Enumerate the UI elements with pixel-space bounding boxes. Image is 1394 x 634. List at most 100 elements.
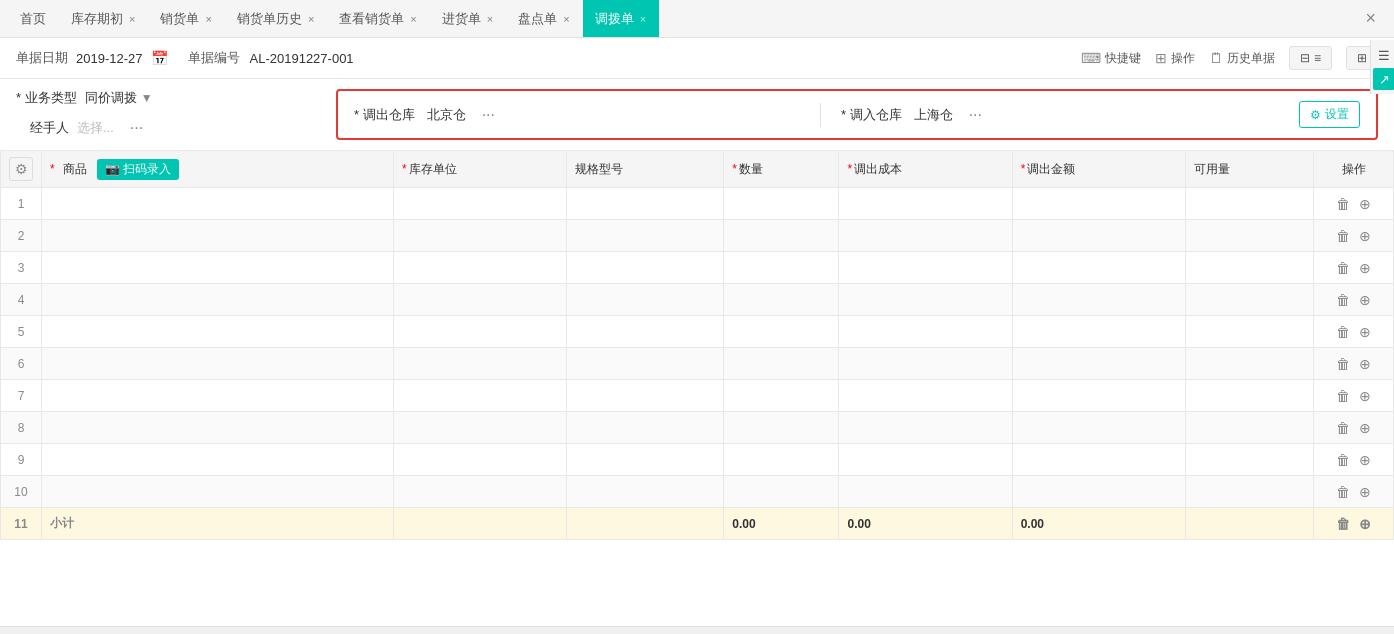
cell-unit[interactable]: [394, 476, 567, 508]
cell-spec[interactable]: [567, 284, 724, 316]
cell-qty[interactable]: [724, 252, 839, 284]
cell-amount[interactable]: [1012, 348, 1185, 380]
cell-qty[interactable]: [724, 444, 839, 476]
tab-inventory-check[interactable]: 盘点单 ×: [506, 0, 582, 37]
cell-unit[interactable]: [394, 188, 567, 220]
cell-qty[interactable]: [724, 284, 839, 316]
cell-product[interactable]: [42, 188, 394, 220]
tab-transfer-order-close[interactable]: ×: [640, 13, 646, 25]
copy-row-icon[interactable]: ⊕: [1359, 388, 1371, 404]
cell-spec[interactable]: [567, 188, 724, 220]
cell-cost[interactable]: [839, 348, 1012, 380]
calendar-icon[interactable]: 📅: [151, 50, 168, 66]
copy-icon[interactable]: ⊕: [1359, 516, 1371, 532]
delete-row-icon[interactable]: 🗑: [1336, 260, 1350, 276]
copy-row-icon[interactable]: ⊕: [1359, 324, 1371, 340]
cell-product[interactable]: [42, 316, 394, 348]
delete-row-icon[interactable]: 🗑: [1336, 356, 1350, 372]
cell-cost[interactable]: [839, 252, 1012, 284]
cell-product[interactable]: [42, 220, 394, 252]
tab-purchase-order[interactable]: 进货单 ×: [430, 0, 506, 37]
cell-qty[interactable]: [724, 220, 839, 252]
cell-unit[interactable]: [394, 252, 567, 284]
cell-product[interactable]: [42, 252, 394, 284]
tab-inventory-init[interactable]: 库存期初 ×: [59, 0, 148, 37]
tab-sales-history-close[interactable]: ×: [308, 13, 314, 25]
tab-sales-order-close[interactable]: ×: [205, 13, 211, 25]
cell-qty[interactable]: [724, 476, 839, 508]
copy-row-icon[interactable]: ⊕: [1359, 292, 1371, 308]
cell-product[interactable]: [42, 348, 394, 380]
transfer-in-value[interactable]: 上海仓: [914, 106, 953, 124]
tab-inventory-check-close[interactable]: ×: [563, 13, 569, 25]
shortcuts-button[interactable]: ⌨ 快捷键: [1081, 50, 1141, 67]
delete-row-icon[interactable]: 🗑: [1336, 196, 1350, 212]
cell-unit[interactable]: [394, 444, 567, 476]
cell-cost[interactable]: [839, 476, 1012, 508]
cell-cost[interactable]: [839, 412, 1012, 444]
tab-home[interactable]: 首页: [8, 0, 59, 37]
cell-spec[interactable]: [567, 380, 724, 412]
copy-row-icon[interactable]: ⊕: [1359, 228, 1371, 244]
horizontal-scrollbar[interactable]: [0, 626, 1394, 634]
cell-spec[interactable]: [567, 444, 724, 476]
cell-unit[interactable]: [394, 348, 567, 380]
cell-amount[interactable]: [1012, 476, 1185, 508]
transfer-out-value[interactable]: 北京仓: [427, 106, 466, 124]
copy-row-icon[interactable]: ⊕: [1359, 260, 1371, 276]
cell-amount[interactable]: [1012, 284, 1185, 316]
cell-cost[interactable]: [839, 444, 1012, 476]
cell-cost[interactable]: [839, 220, 1012, 252]
cell-cost[interactable]: [839, 188, 1012, 220]
copy-row-icon[interactable]: ⊕: [1359, 420, 1371, 436]
cell-spec[interactable]: [567, 252, 724, 284]
cell-amount[interactable]: [1012, 188, 1185, 220]
cell-amount[interactable]: [1012, 252, 1185, 284]
transfer-out-more-icon[interactable]: ···: [482, 106, 495, 124]
date-field[interactable]: 单据日期 2019-12-27 📅: [16, 49, 168, 67]
cell-cost[interactable]: [839, 316, 1012, 348]
cell-spec[interactable]: [567, 348, 724, 380]
warehouse-setting-button[interactable]: ⚙ 设置: [1299, 101, 1360, 128]
cell-spec[interactable]: [567, 220, 724, 252]
handler-more-icon[interactable]: ···: [130, 119, 143, 137]
scan-button[interactable]: 📷 扫码录入: [97, 159, 179, 180]
cell-product[interactable]: [42, 476, 394, 508]
delete-row-icon[interactable]: 🗑: [1336, 324, 1350, 340]
cell-spec[interactable]: [567, 476, 724, 508]
cell-spec[interactable]: [567, 316, 724, 348]
cell-amount[interactable]: [1012, 380, 1185, 412]
cell-qty[interactable]: [724, 188, 839, 220]
business-type-select[interactable]: 同价调拨 ▼: [85, 89, 153, 107]
tab-sales-order[interactable]: 销货单 ×: [148, 0, 224, 37]
tab-inventory-init-close[interactable]: ×: [129, 13, 135, 25]
column-settings-icon[interactable]: ⚙: [9, 157, 33, 181]
cell-unit[interactable]: [394, 380, 567, 412]
cell-spec[interactable]: [567, 412, 724, 444]
delete-row-icon[interactable]: 🗑: [1336, 452, 1350, 468]
window-close-button[interactable]: ×: [1355, 8, 1386, 29]
cell-amount[interactable]: [1012, 220, 1185, 252]
delete-row-icon[interactable]: 🗑: [1336, 388, 1350, 404]
cell-product[interactable]: [42, 380, 394, 412]
tab-purchase-order-close[interactable]: ×: [487, 13, 493, 25]
delete-row-icon[interactable]: 🗑: [1336, 484, 1350, 500]
operations-button[interactable]: ⊞ 操作: [1155, 50, 1195, 67]
cell-unit[interactable]: [394, 284, 567, 316]
cell-product[interactable]: [42, 412, 394, 444]
cell-qty[interactable]: [724, 412, 839, 444]
cell-amount[interactable]: [1012, 412, 1185, 444]
delete-row-icon[interactable]: 🗑: [1336, 292, 1350, 308]
delete-icon[interactable]: 🗑: [1336, 516, 1350, 532]
delete-row-icon[interactable]: 🗑: [1336, 228, 1350, 244]
tab-sales-history[interactable]: 销货单历史 ×: [225, 0, 327, 37]
cell-unit[interactable]: [394, 412, 567, 444]
copy-row-icon[interactable]: ⊕: [1359, 196, 1371, 212]
tab-view-sales[interactable]: 查看销货单 ×: [327, 0, 429, 37]
delete-row-icon[interactable]: 🗑: [1336, 420, 1350, 436]
cell-cost[interactable]: [839, 284, 1012, 316]
sidebar-external-icon[interactable]: ↗: [1373, 68, 1394, 90]
copy-row-icon[interactable]: ⊕: [1359, 356, 1371, 372]
cell-amount[interactable]: [1012, 444, 1185, 476]
sidebar-list-icon[interactable]: ☰: [1373, 44, 1394, 66]
